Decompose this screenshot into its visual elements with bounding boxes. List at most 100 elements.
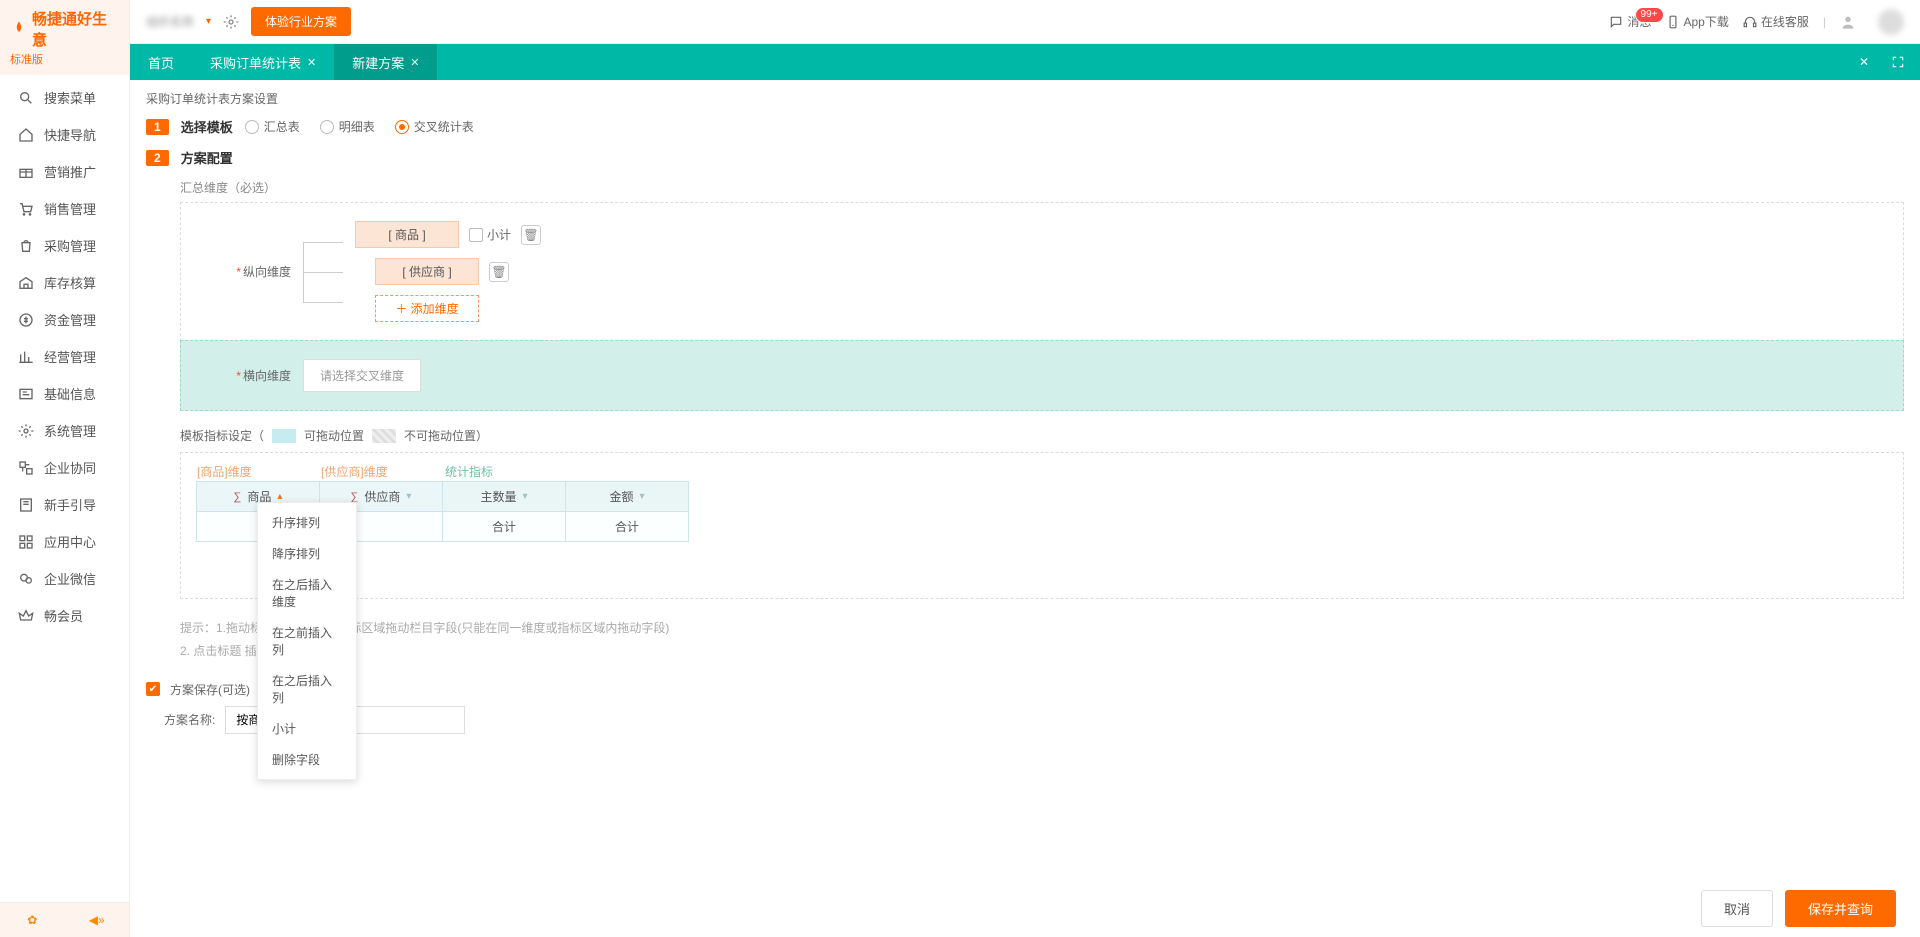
nav-wecom[interactable]: 企业微信 (0, 560, 129, 597)
dd-sort-desc[interactable]: 降序排列 (258, 538, 356, 569)
chip-supplier[interactable]: [ 供应商 ] (375, 258, 479, 285)
col-header-amount[interactable]: 金额 ▾ (565, 481, 689, 512)
nav-purchase[interactable]: 采购管理 (0, 227, 129, 264)
nav-quicknav[interactable]: 快捷导航 (0, 116, 129, 153)
radio-summary[interactable]: 汇总表 (245, 118, 300, 135)
indicator-table: ∑ 商品 ▴ 升序排列 降序排列 在之后插入维度 在之前插入列 在之后插入列 (197, 482, 693, 542)
nav-label: 资金管理 (44, 310, 96, 329)
radio-dot-icon (320, 120, 334, 134)
tab-purchase-stat[interactable]: 采购订单统计表 ✕ (192, 44, 334, 80)
tabs-fullscreen-icon[interactable] (1886, 50, 1910, 74)
radio-cross[interactable]: 交叉统计表 (395, 118, 474, 135)
sidebar-nav: 搜索菜单 快捷导航 营销推广 销售管理 采购管理 库存核算 资金管理 经营管理 … (0, 75, 129, 902)
body-cell-qty-total: 合计 (442, 511, 566, 542)
tip-line-1: 提示：1.拖动标题 可跨维度或指标区域拖动栏目字段(只能在同一维度或指标区域内拖… (180, 617, 1904, 640)
dd-delete-field[interactable]: 删除字段 (258, 744, 356, 775)
trial-button[interactable]: 体验行业方案 (251, 7, 351, 36)
sort-desc-icon[interactable]: ▾ (406, 491, 411, 502)
messages-button[interactable]: 消息 99+ (1609, 13, 1651, 30)
dd-subtotal[interactable]: 小计 (258, 713, 356, 744)
nav-sales[interactable]: 销售管理 (0, 190, 129, 227)
tab-label: 采购订单统计表 (210, 53, 301, 72)
app-download-button[interactable]: App下载 (1666, 13, 1729, 30)
dd-insert-dim-after[interactable]: 在之后插入维度 (258, 569, 356, 617)
chip-product[interactable]: [ 商品 ] (355, 221, 459, 248)
radio-detail[interactable]: 明细表 (320, 118, 375, 135)
column-dropdown: 升序排列 降序排列 在之后插入维度 在之前插入列 在之后插入列 小计 删除字段 (257, 502, 357, 780)
nav-system[interactable]: 系统管理 (0, 412, 129, 449)
col-header-qty[interactable]: 主数量 ▾ (442, 481, 566, 512)
chevron-down-icon[interactable]: ▾ (206, 16, 211, 27)
subtotal-checkbox[interactable]: 小计 (469, 226, 511, 243)
col-header-product[interactable]: ∑ 商品 ▴ 升序排列 降序排列 在之后插入维度 在之前插入列 在之后插入列 (196, 481, 320, 512)
vertical-dim-box: *纵向维度 [ 商品 ] 小计 🗑 (180, 202, 1904, 341)
sort-desc-icon[interactable]: ▾ (522, 491, 527, 502)
logo-title: 畅捷通好生意 (32, 8, 119, 50)
footer-settings-icon[interactable]: ✿ (0, 903, 65, 937)
add-dim-label: 添加维度 (411, 302, 459, 316)
cancel-button[interactable]: 取消 (1701, 890, 1773, 927)
vert-label-text: 纵向维度 (243, 265, 291, 279)
legend-nodrag-label: 不可拖动位置） (404, 427, 488, 444)
message-badge: 99+ (1635, 7, 1664, 23)
nav-member[interactable]: 畅会员 (0, 597, 129, 634)
logo-icon (10, 20, 28, 38)
nav-guide[interactable]: 新手引导 (0, 486, 129, 523)
checkbox-icon (469, 228, 483, 242)
tab-close-icon[interactable]: ✕ (307, 56, 316, 69)
bag-icon (18, 238, 34, 254)
nav-basic[interactable]: 基础信息 (0, 375, 129, 412)
nav-inventory[interactable]: 库存核算 (0, 264, 129, 301)
tab-home[interactable]: 首页 (130, 44, 192, 80)
sigma-icon: ∑ (351, 491, 359, 503)
step1-title: 选择模板 (181, 117, 233, 136)
sidebar-footer: ✿ ◀» (0, 902, 129, 937)
delete-dim-button[interactable]: 🗑 (489, 262, 509, 282)
save-query-button[interactable]: 保存并查询 (1785, 890, 1896, 927)
service-label: 在线客服 (1761, 13, 1809, 30)
tab-new-plan[interactable]: 新建方案 ✕ (334, 44, 437, 80)
nav-marketing[interactable]: 营销推广 (0, 153, 129, 190)
horiz-label-text: 横向维度 (243, 369, 291, 383)
tab-close-icon[interactable]: ✕ (410, 56, 419, 69)
book-icon (18, 497, 34, 513)
ind-label-product: [商品]维度 (197, 463, 321, 480)
nav-operation[interactable]: 经营管理 (0, 338, 129, 375)
save-label: 方案保存(可选) (170, 681, 250, 698)
tab-label-home: 首页 (148, 53, 174, 72)
nav-label: 畅会员 (44, 606, 83, 625)
sort-desc-icon[interactable]: ▾ (639, 491, 644, 502)
sidebar: 畅捷通好生意 标准版 搜索菜单 快捷导航 营销推广 销售管理 采购管理 库存核算… (0, 0, 130, 937)
footer-buttons: 取消 保存并查询 (1701, 890, 1896, 927)
nav-enterprise[interactable]: 企业协同 (0, 449, 129, 486)
delete-dim-button[interactable]: 🗑 (521, 225, 541, 245)
nav-apps[interactable]: 应用中心 (0, 523, 129, 560)
dd-sort-asc[interactable]: 升序排列 (258, 507, 356, 538)
nav-label: 企业协同 (44, 458, 96, 477)
cross-dim-select[interactable]: 请选择交叉维度 (303, 359, 421, 392)
add-dimension-button[interactable]: ＋ 添加维度 (375, 295, 479, 322)
radio-label: 交叉统计表 (414, 118, 474, 135)
tips: 提示：1.拖动标题 可跨维度或指标区域拖动栏目字段(只能在同一维度或指标区域内拖… (180, 617, 1904, 663)
footer-collapse-icon[interactable]: ◀» (65, 903, 130, 937)
step1-section: 1 选择模板 汇总表 明细表 交叉统计表 (146, 117, 1904, 136)
service-button[interactable]: 在线客服 (1743, 13, 1809, 30)
tabs-close-all-icon[interactable]: ✕ (1852, 50, 1876, 74)
message-icon (1609, 15, 1623, 29)
dd-insert-col-after[interactable]: 在之后插入列 (258, 665, 356, 713)
tabs-bar: 首页 采购订单统计表 ✕ 新建方案 ✕ ✕ (130, 44, 1920, 80)
org-selector[interactable]: 组织名称 (146, 13, 194, 30)
org-name: 组织名称 (146, 13, 194, 30)
nav-label: 新手引导 (44, 495, 96, 514)
avatar[interactable] (1878, 9, 1904, 35)
nav-finance[interactable]: 资金管理 (0, 301, 129, 338)
dd-insert-col-before[interactable]: 在之前插入列 (258, 617, 356, 665)
card-icon (18, 386, 34, 402)
indicator-table-wrap: [商品]维度 [供应商]维度 统计指标 ∑ 商品 ▴ (180, 452, 1904, 599)
nav-search[interactable]: 搜索菜单 (0, 79, 129, 116)
header-gear-icon[interactable] (223, 14, 239, 30)
ind-label-stat: 统计指标 (445, 463, 569, 480)
save-checkbox[interactable]: ✔ (146, 682, 160, 696)
user-icon[interactable] (1840, 14, 1856, 30)
sort-asc-icon[interactable]: ▴ (277, 491, 282, 502)
